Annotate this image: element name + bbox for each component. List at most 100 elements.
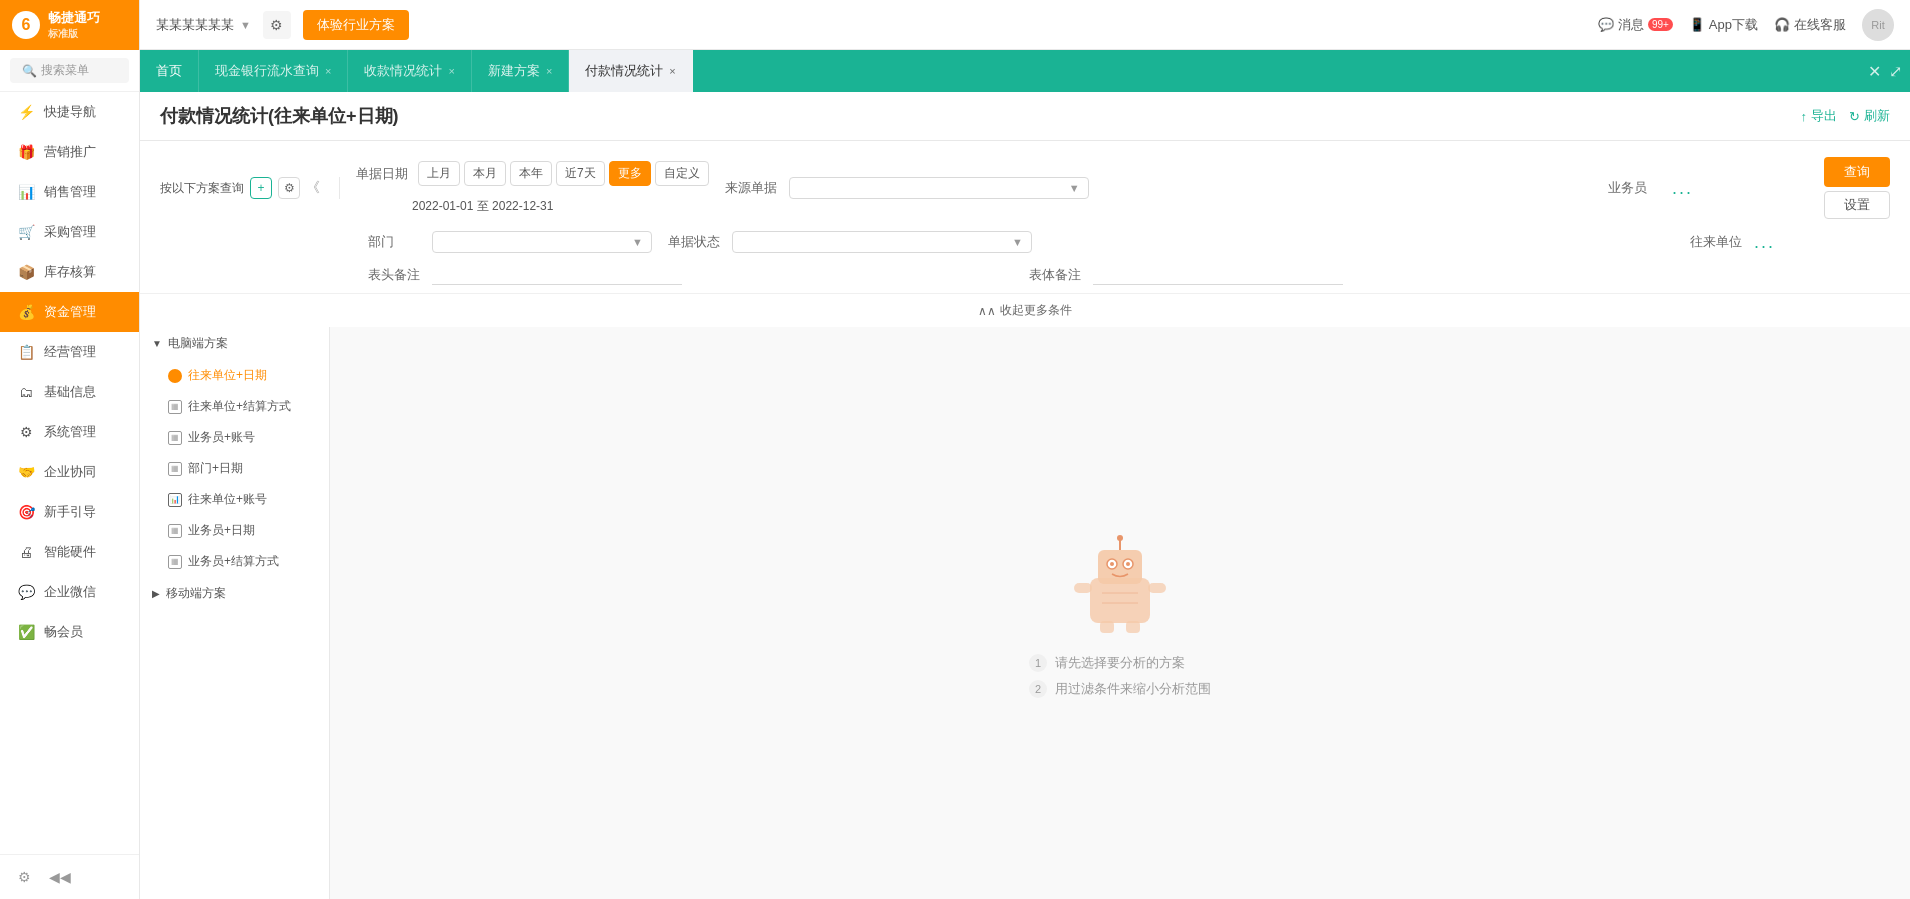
sidebar-bottom: ⚙ ◀◀	[0, 854, 139, 899]
settings-bottom-button[interactable]: ⚙	[10, 863, 38, 891]
sidebar-item-hardware[interactable]: 🖨 智能硬件	[0, 532, 139, 572]
column-settings-button[interactable]: 设置	[1824, 191, 1890, 219]
tab-cashflow-close-icon[interactable]: ×	[325, 65, 331, 77]
date-more-btn[interactable]: 更多	[609, 161, 651, 186]
svg-rect-10	[1100, 621, 1114, 633]
tab-cashflow[interactable]: 现金银行流水查询 ×	[199, 50, 348, 92]
header-actions: 💬 消息 99+ 📱 App下载 🎧 在线客服 Rit	[1598, 9, 1894, 41]
date-7days-btn[interactable]: 近7天	[556, 161, 605, 186]
dept-arrow-icon: ▼	[632, 236, 643, 248]
page-content: 付款情况统计(往来单位+日期) ↑ 导出 ↻ 刷新 按以	[140, 92, 1910, 899]
sidebar-item-purchase[interactable]: 🛒 采购管理	[0, 212, 139, 252]
inventory-icon: 📦	[16, 262, 36, 282]
tab-payments-close-icon[interactable]: ×	[669, 65, 675, 77]
online-support-button[interactable]: 🎧 在线客服	[1774, 16, 1846, 34]
sidebar-item-marketing[interactable]: 🎁 营销推广	[0, 132, 139, 172]
company-selector[interactable]: 某某某某某某 ▼	[156, 16, 251, 34]
source-select[interactable]: ▼	[789, 177, 1089, 199]
support-icon: 🎧	[1774, 17, 1790, 32]
tip-num-1: 1	[1029, 654, 1047, 672]
sidebar-item-finance[interactable]: 💰 资金管理	[0, 292, 139, 332]
filter-row-3: 表头备注 表体备注	[160, 265, 1890, 285]
scheme-group-mobile: ▶ 移动端方案	[140, 577, 329, 610]
date-this-year-btn[interactable]: 本年	[510, 161, 552, 186]
svg-point-5	[1126, 562, 1130, 566]
scheme-group-mobile-title: 移动端方案	[166, 585, 226, 602]
user-avatar[interactable]: Rit	[1862, 9, 1894, 41]
sidebar-item-enterprise[interactable]: 🤝 企业协同	[0, 452, 139, 492]
tab-new-scheme-close-icon[interactable]: ×	[546, 65, 552, 77]
sidebar-item-label: 销售管理	[44, 183, 96, 201]
scheme-item-staff-date[interactable]: ▦ 业务员+日期	[140, 515, 329, 546]
finance-icon: 💰	[16, 302, 36, 322]
dept-select[interactable]: ▼	[432, 231, 652, 253]
empty-illustration	[1060, 528, 1180, 638]
doc-status-select[interactable]: ▼	[732, 231, 1032, 253]
sidebar-item-system[interactable]: ⚙ 系统管理	[0, 412, 139, 452]
export-button[interactable]: ↑ 导出	[1801, 107, 1838, 125]
tip-2-text: 用过滤条件来缩小分析范围	[1055, 680, 1211, 698]
tab-payments[interactable]: 付款情况统计 ×	[569, 50, 692, 92]
sidebar-item-newbie[interactable]: 🎯 新手引导	[0, 492, 139, 532]
scheme-settings-button[interactable]: ⚙	[278, 177, 300, 199]
scheme-group-mobile-arrow-icon: ▶	[152, 588, 160, 599]
staff-dots-button[interactable]: ...	[1672, 178, 1693, 199]
svg-rect-0	[1090, 578, 1150, 623]
date-this-month-btn[interactable]: 本月	[464, 161, 506, 186]
wechat-icon: 💬	[16, 582, 36, 602]
date-custom-btn[interactable]: 自定义	[655, 161, 709, 186]
header-settings-button[interactable]: ⚙	[263, 11, 291, 39]
tab-close-all-icon[interactable]: ✕	[1868, 62, 1881, 81]
trial-btn[interactable]: 体验行业方案	[303, 10, 409, 40]
partner-dots-button[interactable]: ...	[1754, 232, 1775, 253]
scheme-item-staff-settlement[interactable]: ▦ 业务员+结算方式	[140, 546, 329, 577]
table-body-note-input[interactable]	[1093, 265, 1343, 285]
sidebar-item-sales[interactable]: 📊 销售管理	[0, 172, 139, 212]
scheme-item-partner-date[interactable]: 往来单位+日期	[140, 360, 329, 391]
scheme-group-mobile-header[interactable]: ▶ 移动端方案	[140, 577, 329, 610]
sidebar-logo: 6 畅捷通巧 标准版	[0, 0, 139, 50]
collapse-conditions-button[interactable]: ∧∧ 收起更多条件	[140, 293, 1910, 327]
tab-new-scheme[interactable]: 新建方案 ×	[472, 50, 569, 92]
scheme-item-staff-account[interactable]: ▦ 业务员+账号	[140, 422, 329, 453]
add-scheme-button[interactable]: +	[250, 177, 272, 199]
sidebar-item-operations[interactable]: 📋 经营管理	[0, 332, 139, 372]
scheme-item-label: 业务员+结算方式	[188, 553, 279, 570]
tab-receipts[interactable]: 收款情况统计 ×	[348, 50, 471, 92]
sidebar-nav: ⚡ 快捷导航 🎁 营销推广 📊 销售管理 🛒 采购管理 📦 库存核算 💰 资金管…	[0, 92, 139, 854]
search-menu-button[interactable]: 🔍 搜索菜单	[10, 58, 129, 83]
tab-expand-icon[interactable]: ⤢	[1889, 62, 1902, 81]
date-last-month-btn[interactable]: 上月	[418, 161, 460, 186]
tab-receipts-close-icon[interactable]: ×	[448, 65, 454, 77]
tip-1-text: 请先选择要分析的方案	[1055, 654, 1185, 672]
query-button[interactable]: 查询	[1824, 157, 1890, 187]
scheme-item-label: 往来单位+日期	[188, 367, 267, 384]
tab-home[interactable]: 首页	[140, 50, 199, 92]
refresh-button[interactable]: ↻ 刷新	[1849, 107, 1890, 125]
scheme-collapse-button[interactable]: 《	[306, 179, 320, 197]
logo-subtitle: 标准版	[48, 27, 100, 41]
messages-button[interactable]: 💬 消息 99+	[1598, 16, 1673, 34]
tab-bar: 首页 现金银行流水查询 × 收款情况统计 × 新建方案 × 付款情况统计 × ✕…	[140, 50, 1910, 92]
sidebar-item-wechat[interactable]: 💬 企业微信	[0, 572, 139, 612]
sidebar-item-label: 智能硬件	[44, 543, 96, 561]
app-download-button[interactable]: 📱 App下载	[1689, 16, 1758, 34]
filter-panel: 按以下方案查询 + ⚙ 《 单据日期 上月 本月 本年 近7天	[140, 141, 1910, 293]
scheme-item-partner-settlement[interactable]: ▦ 往来单位+结算方式	[140, 391, 329, 422]
sidebar-item-label: 快捷导航	[44, 103, 96, 121]
quick-icon: ⚡	[16, 102, 36, 122]
avatar-text: Rit	[1871, 19, 1884, 31]
collapse-sidebar-button[interactable]: ◀◀	[46, 863, 74, 891]
sidebar-item-basic[interactable]: 🗂 基础信息	[0, 372, 139, 412]
table-header-note-input[interactable]	[432, 265, 682, 285]
company-name: 某某某某某某	[156, 16, 234, 34]
scheme-item-partner-account[interactable]: 📊 往来单位+账号	[140, 484, 329, 515]
sidebar-item-inventory[interactable]: 📦 库存核算	[0, 252, 139, 292]
tip-num-2: 2	[1029, 680, 1047, 698]
scheme-item-dept-date[interactable]: ▦ 部门+日期	[140, 453, 329, 484]
sidebar-item-quick[interactable]: ⚡ 快捷导航	[0, 92, 139, 132]
scheme-group-desktop-header[interactable]: ▼ 电脑端方案	[140, 327, 329, 360]
scheme-table-icon: ▦	[168, 524, 182, 538]
sidebar-item-member[interactable]: ✅ 畅会员	[0, 612, 139, 652]
messages-badge: 99+	[1648, 18, 1673, 31]
